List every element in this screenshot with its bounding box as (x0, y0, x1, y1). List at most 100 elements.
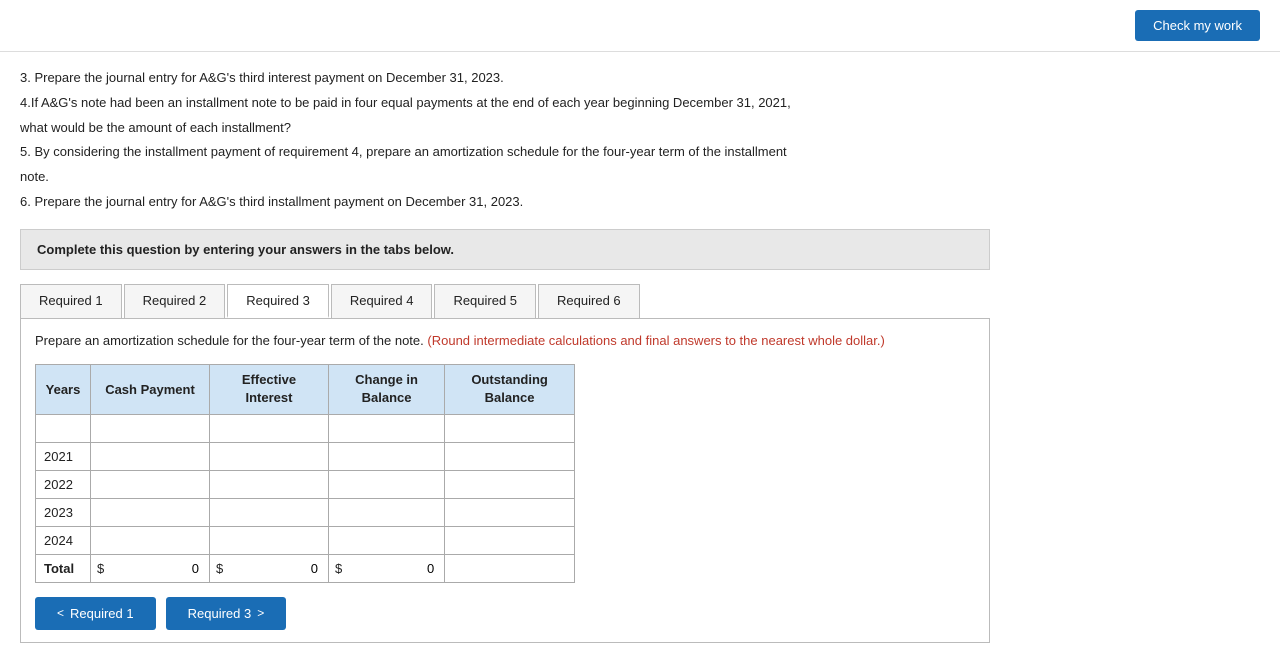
tab-required-2[interactable]: Required 2 (124, 284, 226, 318)
year-2024: 2024 (36, 526, 91, 554)
prev-button-label: Required 1 (70, 606, 134, 621)
change-2022[interactable] (328, 470, 444, 498)
tab-instruction: Prepare an amortization schedule for the… (35, 331, 975, 351)
tab-required-4[interactable]: Required 4 (331, 284, 433, 318)
header-cash-payment: Cash Payment (91, 365, 210, 414)
effective-input-total[interactable] (225, 561, 322, 576)
tab-instruction-normal: Prepare an amortization schedule for the… (35, 333, 424, 348)
cash-input-2021[interactable] (97, 449, 203, 464)
change-total: $ (328, 554, 444, 582)
next-button[interactable]: Required 3 > (166, 597, 287, 630)
outstanding-input-2024[interactable] (451, 533, 568, 548)
outstanding-empty[interactable] (445, 414, 575, 442)
change-input-total[interactable] (344, 561, 438, 576)
next-arrow-icon: > (257, 606, 264, 620)
tab-required-1[interactable]: Required 1 (20, 284, 122, 318)
table-row-2024: 2024 (36, 526, 575, 554)
cash-2023[interactable] (91, 498, 210, 526)
instruction-box: Complete this question by entering your … (20, 229, 990, 270)
cash-input-2023[interactable] (97, 505, 203, 520)
cash-2024[interactable] (91, 526, 210, 554)
instruction-line-5a: 5. By considering the installment paymen… (20, 142, 1080, 163)
main-content: 3. Prepare the journal entry for A&G's t… (0, 52, 1280, 663)
change-input-2022[interactable] (335, 477, 438, 492)
next-button-label: Required 3 (188, 606, 252, 621)
table-row-empty (36, 414, 575, 442)
dollar-sign-change: $ (335, 561, 342, 576)
outstanding-input-2022[interactable] (451, 477, 568, 492)
outstanding-input-total[interactable] (451, 561, 568, 576)
instruction-line-5b: note. (20, 167, 1080, 188)
change-input-empty[interactable] (335, 421, 438, 436)
effective-2024[interactable] (209, 526, 328, 554)
change-2021[interactable] (328, 442, 444, 470)
header-years: Years (36, 365, 91, 414)
cash-input-2024[interactable] (97, 533, 203, 548)
prev-arrow-icon: < (57, 606, 64, 620)
effective-input-2024[interactable] (216, 533, 322, 548)
effective-input-2022[interactable] (216, 477, 322, 492)
year-empty (36, 414, 91, 442)
header-effective-interest: Effective Interest (209, 365, 328, 414)
year-2023: 2023 (36, 498, 91, 526)
tab-content: Prepare an amortization schedule for the… (20, 318, 990, 643)
effective-2022[interactable] (209, 470, 328, 498)
prev-button[interactable]: < Required 1 (35, 597, 156, 630)
effective-empty[interactable] (209, 414, 328, 442)
cash-input-2022[interactable] (97, 477, 203, 492)
effective-input-empty[interactable] (216, 421, 322, 436)
cash-2022[interactable] (91, 470, 210, 498)
outstanding-2024[interactable] (445, 526, 575, 554)
year-2021: 2021 (36, 442, 91, 470)
cash-input-total[interactable] (106, 561, 203, 576)
dollar-sign-cash: $ (97, 561, 104, 576)
instruction-line-3: 3. Prepare the journal entry for A&G's t… (20, 68, 1080, 89)
instruction-line-4b: what would be the amount of each install… (20, 118, 1080, 139)
cash-empty[interactable] (91, 414, 210, 442)
change-empty[interactable] (328, 414, 444, 442)
outstanding-input-2021[interactable] (451, 449, 568, 464)
effective-2023[interactable] (209, 498, 328, 526)
outstanding-2021[interactable] (445, 442, 575, 470)
outstanding-2023[interactable] (445, 498, 575, 526)
table-row-2023: 2023 (36, 498, 575, 526)
cash-input-empty[interactable] (97, 421, 203, 436)
dollar-sign-effective: $ (216, 561, 223, 576)
change-input-2021[interactable] (335, 449, 438, 464)
year-total: Total (36, 554, 91, 582)
instruction-line-6: 6. Prepare the journal entry for A&G's t… (20, 192, 1080, 213)
instruction-line-4a: 4.If A&G's note had been an installment … (20, 93, 1080, 114)
instruction-box-text: Complete this question by entering your … (37, 242, 454, 257)
amortization-table: Years Cash Payment Effective Interest Ch… (35, 364, 575, 582)
cash-total: $ (91, 554, 210, 582)
instructions: 3. Prepare the journal entry for A&G's t… (20, 68, 1080, 213)
effective-input-2021[interactable] (216, 449, 322, 464)
table-row-total: Total $ $ (36, 554, 575, 582)
tab-required-5[interactable]: Required 5 (434, 284, 536, 318)
year-2022: 2022 (36, 470, 91, 498)
table-row-2021: 2021 (36, 442, 575, 470)
tab-required-3[interactable]: Required 3 (227, 284, 329, 318)
outstanding-total[interactable] (445, 554, 575, 582)
effective-2021[interactable] (209, 442, 328, 470)
check-my-work-button[interactable]: Check my work (1135, 10, 1260, 41)
change-2023[interactable] (328, 498, 444, 526)
outstanding-input-empty[interactable] (451, 421, 568, 436)
effective-input-2023[interactable] (216, 505, 322, 520)
tab-instruction-red: (Round intermediate calculations and fin… (427, 333, 884, 348)
tabs-row: Required 1 Required 2 Required 3 Require… (20, 284, 990, 318)
tab-required-6[interactable]: Required 6 (538, 284, 640, 318)
outstanding-input-2023[interactable] (451, 505, 568, 520)
effective-total: $ (209, 554, 328, 582)
change-input-2023[interactable] (335, 505, 438, 520)
table-row-2022: 2022 (36, 470, 575, 498)
nav-buttons: < Required 1 Required 3 > (35, 597, 975, 630)
top-bar: Check my work (0, 0, 1280, 52)
cash-2021[interactable] (91, 442, 210, 470)
change-2024[interactable] (328, 526, 444, 554)
tabs-container: Required 1 Required 2 Required 3 Require… (20, 284, 990, 643)
header-change-in-balance: Change in Balance (328, 365, 444, 414)
outstanding-2022[interactable] (445, 470, 575, 498)
change-input-2024[interactable] (335, 533, 438, 548)
header-outstanding-balance: Outstanding Balance (445, 365, 575, 414)
